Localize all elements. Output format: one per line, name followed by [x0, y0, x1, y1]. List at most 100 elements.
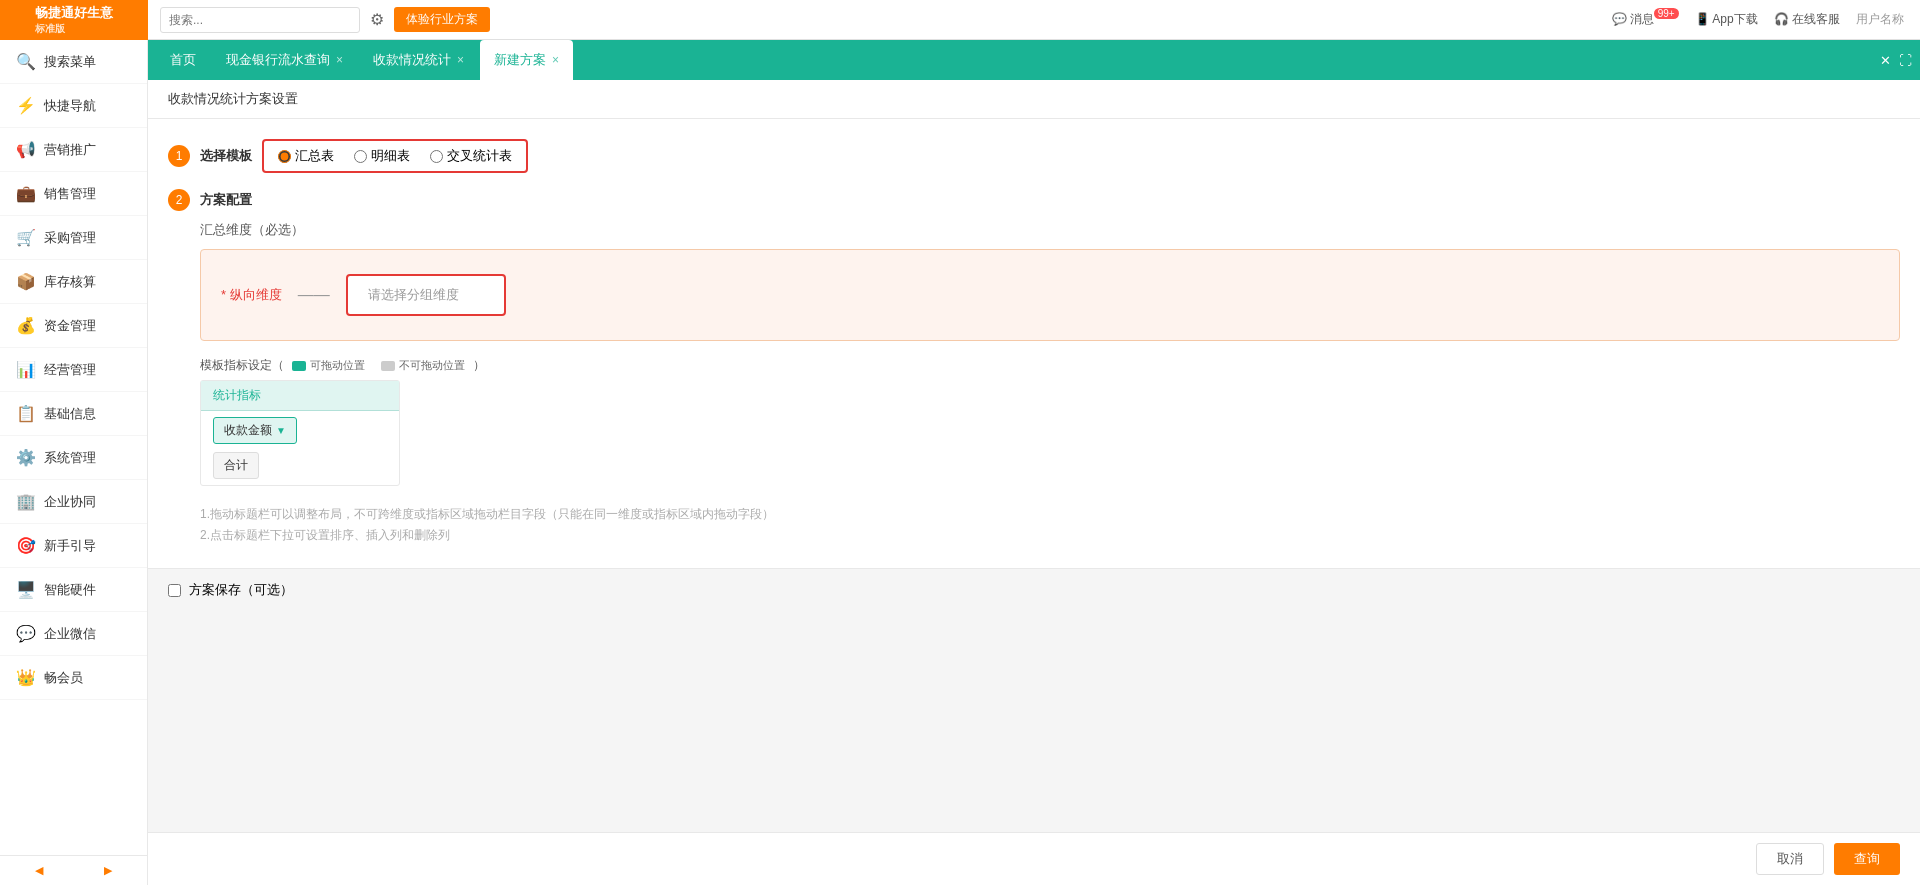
download-icon[interactable]: 📱 App下载: [1695, 11, 1758, 28]
service-icon[interactable]: 🎧 在线客服: [1774, 11, 1840, 28]
dimension-select[interactable]: 请选择分组维度: [346, 274, 506, 316]
download-label: App下载: [1712, 12, 1757, 26]
sidebar-bottom-right[interactable]: ▶: [78, 864, 140, 877]
tab-newplan[interactable]: 新建方案 ×: [480, 40, 573, 80]
metrics-label-text: 模板指标设定（: [200, 357, 284, 374]
tab-collection-label: 收款情况统计: [373, 51, 451, 69]
top-header: 畅捷通好生意 标准版 ⚙ 体验行业方案 💬 消息 99+ 📱 App下载 🎧 在…: [0, 0, 1920, 40]
footer-bar: 取消 查询: [148, 832, 1920, 885]
quicknav-icon: ⚡: [16, 96, 36, 115]
metric-sub-total-label: 合计: [224, 457, 248, 474]
wechat-icon: 💬: [16, 624, 36, 643]
sidebar-item-marketing[interactable]: 📢 营销推广: [0, 128, 147, 172]
tab-fullscreen-icon[interactable]: ⛶: [1899, 53, 1912, 68]
marketing-icon: 📢: [16, 140, 36, 159]
sidebar-item-enterprise[interactable]: 🏢 企业协同: [0, 480, 147, 524]
sidebar-item-wechat[interactable]: 💬 企业微信: [0, 612, 147, 656]
sidebar-item-sales[interactable]: 💼 销售管理: [0, 172, 147, 216]
page-content: 收款情况统计方案设置 1 选择模板 汇总表 明细表: [148, 80, 1920, 832]
metric-chip-amount-label: 收款金额: [224, 422, 272, 439]
metrics-close-paren: ）: [473, 357, 485, 374]
sidebar-item-inventory[interactable]: 📦 库存核算: [0, 260, 147, 304]
content-area: 首页 现金银行流水查询 × 收款情况统计 × 新建方案 × ✕ ⛶: [148, 40, 1920, 885]
sidebar-item-search[interactable]: 🔍 搜索菜单: [0, 40, 147, 84]
tab-home[interactable]: 首页: [156, 40, 210, 80]
sidebar-item-management[interactable]: 📊 经营管理: [0, 348, 147, 392]
sidebar: 🔍 搜索菜单 ⚡ 快捷导航 📢 营销推广 💼 销售管理 🛒 采购管理 📦 库存核…: [0, 40, 148, 885]
sidebar-item-guide[interactable]: 🎯 新手引导: [0, 524, 147, 568]
sidebar-label-hardware: 智能硬件: [44, 581, 96, 599]
tab-cashflow-label: 现金银行流水查询: [226, 51, 330, 69]
sidebar-item-quicknav[interactable]: ⚡ 快捷导航: [0, 84, 147, 128]
tab-home-label: 首页: [170, 51, 196, 69]
radio-detail-input[interactable]: [354, 150, 367, 163]
logo-text: 畅捷通好生意: [35, 4, 113, 22]
industry-btn[interactable]: 体验行业方案: [394, 7, 490, 32]
sidebar-item-hardware[interactable]: 🖥️ 智能硬件: [0, 568, 147, 612]
sidebar-item-finance[interactable]: 💰 资金管理: [0, 304, 147, 348]
service-label: 在线客服: [1792, 12, 1840, 26]
gear-icon[interactable]: ⚙: [370, 10, 384, 29]
member-icon: 👑: [16, 668, 36, 687]
radio-summary-input[interactable]: [278, 150, 291, 163]
logo: 畅捷通好生意 标准版: [0, 0, 148, 40]
tip2: 2.点击标题栏下拉可设置排序、插入列和删除列: [200, 527, 1900, 544]
lock-handle-icon: [381, 361, 395, 371]
dim-arrow-icon: ——: [298, 286, 330, 304]
user-info: 用户名称: [1856, 11, 1920, 28]
page-title: 收款情况统计方案设置: [168, 91, 298, 106]
tab-collection-close[interactable]: ×: [457, 53, 464, 67]
radio-cross-label: 交叉统计表: [447, 147, 512, 165]
template-radio-group: 汇总表 明细表 交叉统计表: [262, 139, 528, 173]
radio-cross[interactable]: 交叉统计表: [430, 147, 512, 165]
sidebar-item-member[interactable]: 👑 畅会员: [0, 656, 147, 700]
sidebar-label-guide: 新手引导: [44, 537, 96, 555]
draggable-badge: 可拖动位置: [292, 358, 365, 373]
tips-section: 1.拖动标题栏可以调整布局，不可跨维度或指标区域拖动栏目字段（只能在同一维度或指…: [200, 506, 1900, 544]
main-layout: 🔍 搜索菜单 ⚡ 快捷导航 📢 营销推广 💼 销售管理 🛒 采购管理 📦 库存核…: [0, 40, 1920, 885]
tab-bar-right: ✕ ⛶: [1880, 53, 1912, 68]
sidebar-item-system[interactable]: ⚙️ 系统管理: [0, 436, 147, 480]
purchase-icon: 🛒: [16, 228, 36, 247]
sidebar-item-purchase[interactable]: 🛒 采购管理: [0, 216, 147, 260]
tab-close-all-icon[interactable]: ✕: [1880, 53, 1891, 68]
radio-cross-input[interactable]: [430, 150, 443, 163]
step1-row: 1 选择模板 汇总表 明细表 交叉统计表: [168, 139, 1900, 173]
sidebar-bottom-left[interactable]: ◀: [8, 864, 70, 877]
sidebar-label-system: 系统管理: [44, 449, 96, 467]
tab-cashflow-close[interactable]: ×: [336, 53, 343, 67]
sidebar-item-basic[interactable]: 📋 基础信息: [0, 392, 147, 436]
query-button[interactable]: 查询: [1834, 843, 1900, 875]
header-icons: 💬 消息 99+ 📱 App下载 🎧 在线客服 用户名称: [1612, 11, 1920, 28]
dimension-area: * 纵向维度 —— 请选择分组维度: [200, 249, 1900, 341]
sidebar-label-search: 搜索菜单: [44, 53, 96, 71]
chip-arrow-icon: ▼: [276, 425, 286, 436]
sidebar-label-member: 畅会员: [44, 669, 83, 687]
save-label[interactable]: 方案保存（可选）: [189, 581, 293, 599]
message-icon[interactable]: 💬 消息 99+: [1612, 11, 1679, 28]
metric-chip-amount[interactable]: 收款金额 ▼: [213, 417, 297, 444]
sidebar-label-wechat: 企业微信: [44, 625, 96, 643]
sidebar-label-sales: 销售管理: [44, 185, 96, 203]
save-checkbox[interactable]: [168, 584, 181, 597]
radio-summary-label: 汇总表: [295, 147, 334, 165]
step1-label: 选择模板: [200, 147, 252, 165]
dimension-title: 汇总维度（必选）: [168, 221, 1900, 239]
search-icon: 🔍: [16, 52, 36, 71]
bottom-save-section: 方案保存（可选）: [148, 568, 1920, 611]
tab-collection[interactable]: 收款情况统计 ×: [359, 40, 478, 80]
tab-newplan-close[interactable]: ×: [552, 53, 559, 67]
header-search-input[interactable]: [160, 7, 360, 33]
finance-icon: 💰: [16, 316, 36, 335]
inventory-icon: 📦: [16, 272, 36, 291]
radio-detail[interactable]: 明细表: [354, 147, 410, 165]
basic-icon: 📋: [16, 404, 36, 423]
radio-summary[interactable]: 汇总表: [278, 147, 334, 165]
drag-handle-icon: [292, 361, 306, 371]
cancel-button[interactable]: 取消: [1756, 843, 1824, 875]
tab-cashflow[interactable]: 现金银行流水查询 ×: [212, 40, 357, 80]
radio-detail-label: 明细表: [371, 147, 410, 165]
page-header: 收款情况统计方案设置: [148, 80, 1920, 119]
draggable-label: 可拖动位置: [310, 358, 365, 373]
locked-label: 不可拖动位置: [399, 358, 465, 373]
